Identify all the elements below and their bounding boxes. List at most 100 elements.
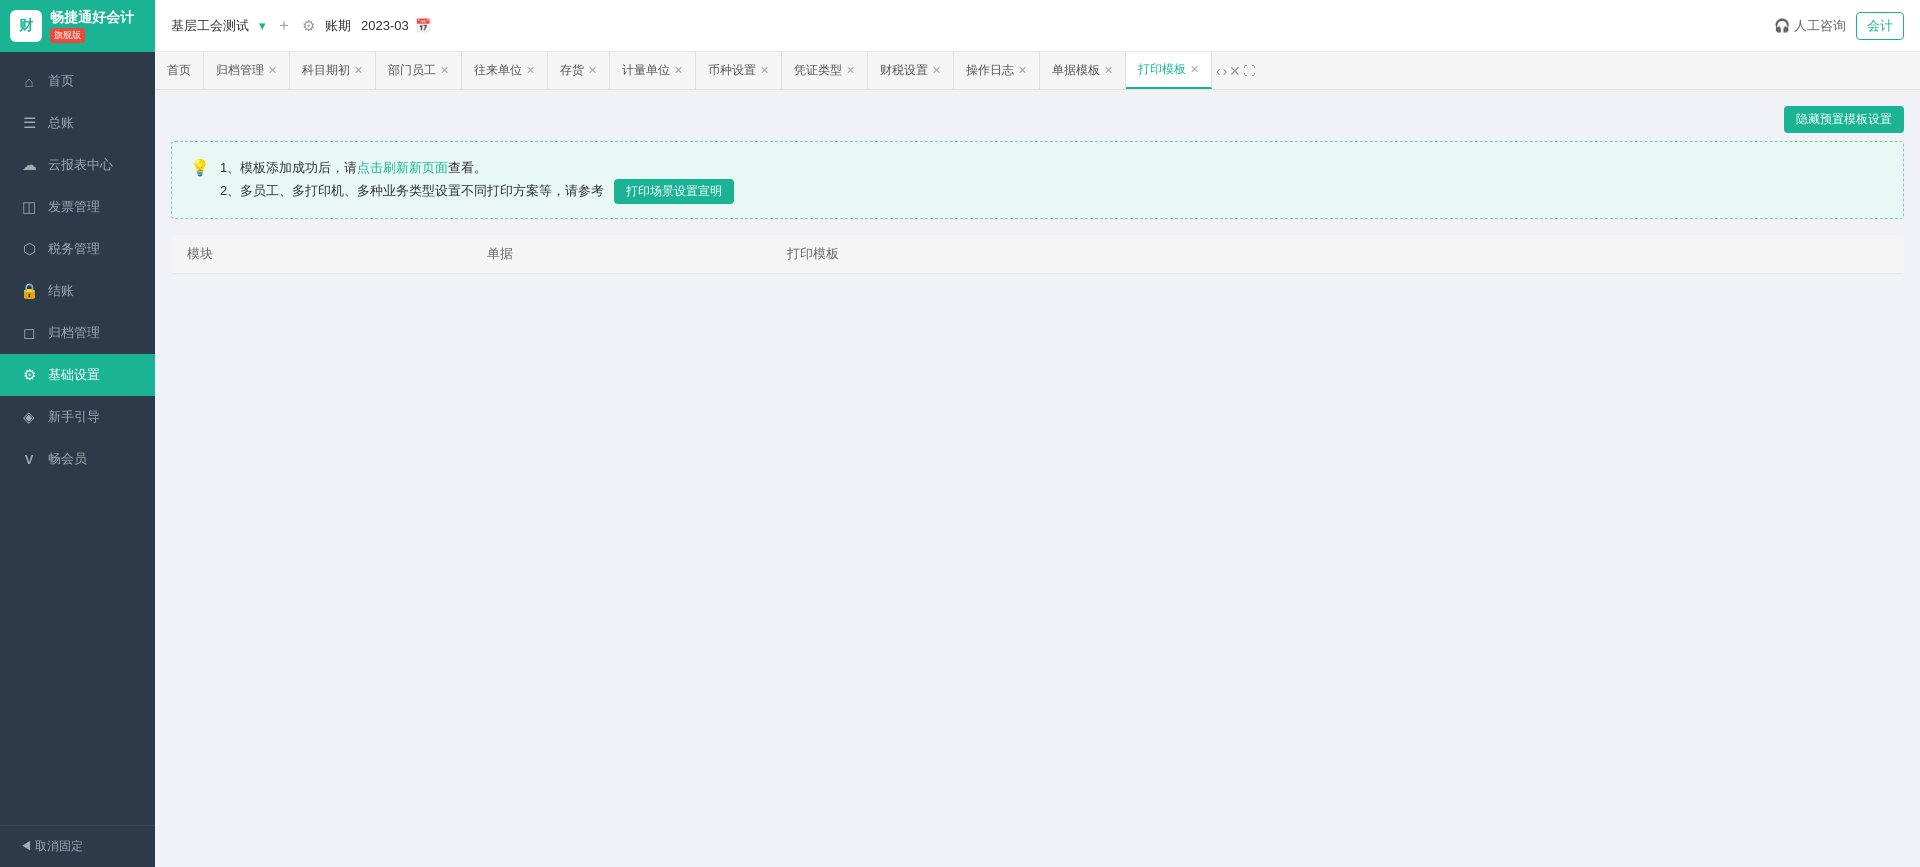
sidebar-item-archive[interactable]: ◻ 归档管理	[0, 312, 155, 354]
tab-home[interactable]: 首页	[155, 52, 204, 89]
sidebar-item-label: 新手引导	[48, 408, 100, 426]
tab-tax-settings[interactable]: 财税设置 ✕	[868, 52, 954, 89]
headset-icon: 🎧	[1774, 18, 1790, 33]
notice-line1-prefix: 1、模板添加成功后，请	[220, 160, 357, 175]
main-area: 基层工会测试 ▾ ＋ ⚙ 账期 2023-03 📅 🎧 人工咨询 会计 首页 归…	[155, 0, 1920, 867]
tab-measure-unit[interactable]: 计量单位 ✕	[610, 52, 696, 89]
sidebar-item-member[interactable]: V 畅会员	[0, 438, 155, 480]
home-icon: ⌂	[20, 73, 38, 90]
tab-close-icon[interactable]: ✕	[588, 64, 597, 77]
tabs-fullscreen-button[interactable]: ⛶	[1243, 64, 1255, 78]
notice-line2: 2、多员工、多打印机、多种业务类型设置不同打印方案等，请参考 打印场景设置宣明	[220, 179, 734, 204]
print-template-table: 模块 单据 打印模板	[171, 235, 1904, 274]
tab-label: 凭证类型	[794, 62, 842, 79]
notice-line1: 1、模板添加成功后，请点击刷新新页面查看。	[220, 156, 734, 179]
invoice-icon: ◫	[20, 198, 38, 216]
column-form: 单据	[471, 235, 771, 273]
tab-label: 部门员工	[388, 62, 436, 79]
tab-dept-staff[interactable]: 部门员工 ✕	[376, 52, 462, 89]
sidebar-item-ledger[interactable]: ☰ 总账	[0, 102, 155, 144]
tab-close-icon[interactable]: ✕	[526, 64, 535, 77]
tab-voucher-type[interactable]: 凭证类型 ✕	[782, 52, 868, 89]
sidebar-item-cloud-reports[interactable]: ☁ 云报表中心	[0, 144, 155, 186]
column-template: 打印模板	[771, 235, 1904, 273]
tab-archive-mgmt[interactable]: 归档管理 ✕	[204, 52, 290, 89]
kuaiji-label: 会计	[1867, 18, 1893, 33]
sidebar-nav: ⌂ 首页 ☰ 总账 ☁ 云报表中心 ◫ 发票管理 ⬡ 税务管理 🔒 结账 ◻ 归…	[0, 52, 155, 825]
tab-close-icon[interactable]: ✕	[1190, 63, 1199, 76]
hide-template-btn-area: 隐藏预置模板设置	[171, 106, 1904, 133]
tab-subject-init[interactable]: 科目期初 ✕	[290, 52, 376, 89]
kuaiji-button[interactable]: 会计	[1856, 12, 1904, 40]
lock-icon: 🔒	[20, 282, 38, 300]
tab-close-icon[interactable]: ✕	[932, 64, 941, 77]
tab-close-icon[interactable]: ✕	[1018, 64, 1027, 77]
notice-refresh-link[interactable]: 点击刷新新页面	[357, 160, 448, 175]
project-dropdown-icon[interactable]: ▾	[259, 18, 266, 33]
tab-label: 首页	[167, 62, 191, 79]
member-icon: V	[20, 452, 38, 467]
print-scene-btn[interactable]: 打印场景设置宣明	[614, 179, 734, 204]
tab-close-icon[interactable]: ✕	[1104, 64, 1113, 77]
hide-template-button[interactable]: 隐藏预置模板设置	[1784, 106, 1904, 133]
notice-content: 1、模板添加成功后，请点击刷新新页面查看。 2、多员工、多打印机、多种业务类型设…	[220, 156, 734, 204]
topbar-settings-icon[interactable]: ⚙	[302, 17, 315, 35]
tab-close-icon[interactable]: ✕	[760, 64, 769, 77]
tabs-close-all-button[interactable]: ✕	[1229, 63, 1241, 79]
sidebar-item-tax[interactable]: ⬡ 税务管理	[0, 228, 155, 270]
sidebar-item-label: 发票管理	[48, 198, 100, 216]
bulb-icon: 💡	[190, 158, 210, 177]
sidebar-item-settings[interactable]: ⚙ 基础设置	[0, 354, 155, 396]
sidebar-item-label: 基础设置	[48, 366, 100, 384]
period-label: 账期	[325, 17, 351, 35]
notice-line2-prefix: 2、多员工、多打印机、多种业务类型设置不同打印方案等，请参考	[220, 183, 604, 198]
tab-close-icon[interactable]: ✕	[846, 64, 855, 77]
logo-area: 财 畅捷通好会计 旗舰版	[0, 0, 155, 52]
tabs-bar: 首页 归档管理 ✕ 科目期初 ✕ 部门员工 ✕ 往来单位 ✕ 存货 ✕ 计量单位…	[155, 52, 1920, 90]
period-value: 2023-03	[361, 18, 409, 33]
sidebar-item-guide[interactable]: ◈ 新手引导	[0, 396, 155, 438]
notice-box: 💡 1、模板添加成功后，请点击刷新新页面查看。 2、多员工、多打印机、多种业务类…	[171, 141, 1904, 219]
sidebar-item-label: 首页	[48, 72, 74, 90]
sidebar-item-label: 税务管理	[48, 240, 100, 258]
add-project-icon[interactable]: ＋	[276, 15, 292, 36]
notice-line1-suffix: 查看。	[448, 160, 487, 175]
tab-counterpart[interactable]: 往来单位 ✕	[462, 52, 548, 89]
sidebar-item-home[interactable]: ⌂ 首页	[0, 60, 155, 102]
tabs-prev-button[interactable]: ‹	[1216, 63, 1221, 79]
sidebar-toggle[interactable]: ◀ 取消固定	[0, 825, 155, 867]
sidebar-item-invoice[interactable]: ◫ 发票管理	[0, 186, 155, 228]
tab-print-template[interactable]: 打印模板 ✕	[1126, 52, 1212, 89]
column-module: 模块	[171, 235, 471, 273]
tab-operation-log[interactable]: 操作日志 ✕	[954, 52, 1040, 89]
tab-single-form[interactable]: 单据模板 ✕	[1040, 52, 1126, 89]
tab-close-icon[interactable]: ✕	[440, 64, 449, 77]
tab-close-icon[interactable]: ✕	[268, 64, 277, 77]
topbar: 基层工会测试 ▾ ＋ ⚙ 账期 2023-03 📅 🎧 人工咨询 会计	[155, 0, 1920, 52]
sidebar-footer-label: ◀ 取消固定	[20, 838, 83, 855]
tab-label: 操作日志	[966, 62, 1014, 79]
archive-icon: ◻	[20, 324, 38, 342]
logo-text-area: 畅捷通好会计 旗舰版	[50, 9, 134, 43]
version-badge: 旗舰版	[50, 28, 85, 43]
tabs-next-button[interactable]: ›	[1223, 63, 1228, 79]
period-display: 账期 2023-03 📅	[325, 17, 431, 35]
guide-icon: ◈	[20, 408, 38, 426]
tab-label: 单据模板	[1052, 62, 1100, 79]
cloud-icon: ☁	[20, 156, 38, 174]
calendar-icon[interactable]: 📅	[415, 18, 431, 33]
tab-inventory[interactable]: 存货 ✕	[548, 52, 610, 89]
ledger-icon: ☰	[20, 114, 38, 132]
table-header: 模块 单据 打印模板	[171, 235, 1904, 274]
tab-label: 计量单位	[622, 62, 670, 79]
sidebar-item-closing[interactable]: 🔒 结账	[0, 270, 155, 312]
service-button[interactable]: 🎧 人工咨询	[1774, 17, 1846, 35]
service-label: 人工咨询	[1794, 17, 1846, 35]
tab-label: 归档管理	[216, 62, 264, 79]
app-name: 畅捷通好会计	[50, 9, 134, 26]
tab-currency[interactable]: 币种设置 ✕	[696, 52, 782, 89]
tab-close-icon[interactable]: ✕	[674, 64, 683, 77]
tab-label: 往来单位	[474, 62, 522, 79]
sidebar: 财 畅捷通好会计 旗舰版 ⌂ 首页 ☰ 总账 ☁ 云报表中心 ◫ 发票管理 ⬡	[0, 0, 155, 867]
tab-close-icon[interactable]: ✕	[354, 64, 363, 77]
